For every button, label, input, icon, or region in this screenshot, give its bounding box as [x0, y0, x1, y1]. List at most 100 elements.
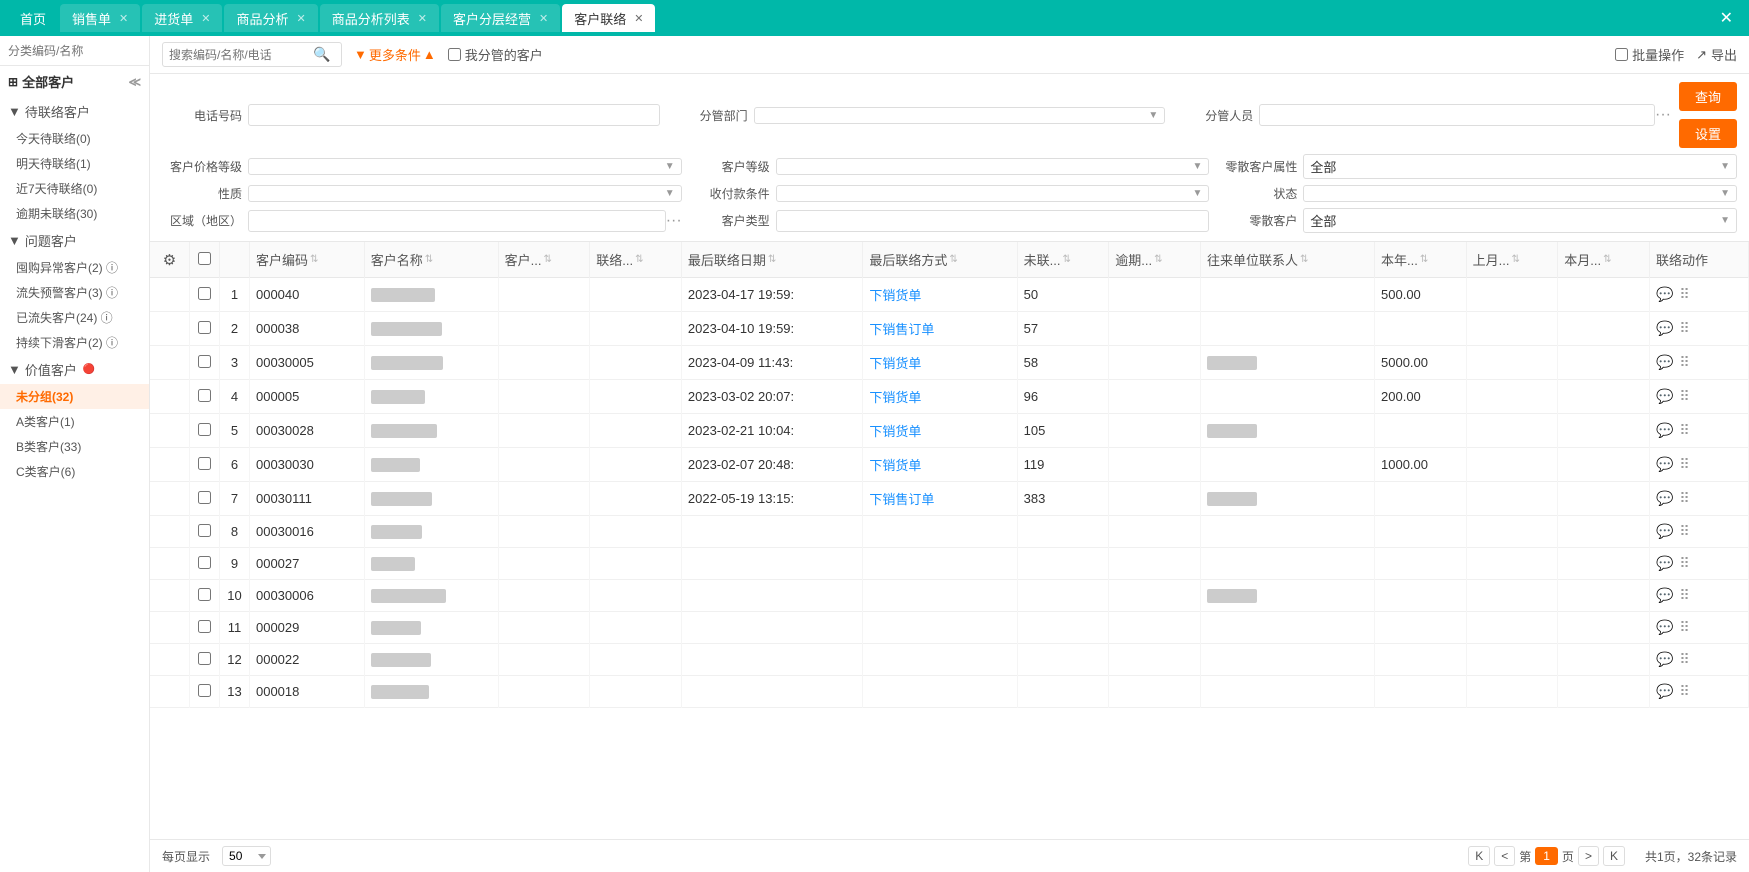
chat-icon[interactable]: 💬: [1656, 587, 1673, 604]
more-icon[interactable]: ⠿: [1679, 286, 1689, 303]
filter-region-dots[interactable]: ···: [666, 212, 682, 230]
filter-region-input[interactable]: [248, 210, 666, 232]
sidebar-item-overdue[interactable]: 逾期未联络(30): [0, 201, 149, 226]
more-icon[interactable]: ⠿: [1679, 587, 1689, 604]
filter-search-icon[interactable]: 🔍: [313, 46, 330, 63]
filter-person-input[interactable]: [1259, 104, 1655, 126]
row-checkbox[interactable]: [198, 524, 211, 537]
sidebar-search-input[interactable]: [8, 44, 150, 58]
my-customers-filter[interactable]: 我分管的客户: [448, 45, 543, 64]
nav-tab-customer-contact[interactable]: 客户联络 ✕: [562, 4, 655, 32]
chat-icon[interactable]: 💬: [1656, 555, 1673, 572]
nav-tab-analysis[interactable]: 商品分析 ✕: [224, 4, 317, 32]
batch-ops-checkbox[interactable]: [1615, 48, 1628, 61]
row-checkbox[interactable]: [198, 457, 211, 470]
sidebar-item-b-class[interactable]: B类客户(33): [0, 434, 149, 459]
close-customer-layer-tab[interactable]: ✕: [539, 12, 548, 25]
filter-dept-select[interactable]: ▼: [754, 107, 1166, 124]
next-page-btn[interactable]: >: [1578, 846, 1599, 866]
col-this-year[interactable]: 本年... ⇅: [1375, 242, 1467, 278]
sidebar-group-problem[interactable]: ▼ 问题客户: [0, 226, 149, 255]
filter-customer-type-input[interactable]: [776, 210, 1210, 232]
page-size-select[interactable]: 50 100 200: [222, 846, 271, 866]
chat-icon[interactable]: 💬: [1656, 388, 1673, 405]
reset-button[interactable]: 设置: [1679, 119, 1737, 148]
chat-icon[interactable]: 💬: [1656, 683, 1673, 700]
more-icon[interactable]: ⠿: [1679, 320, 1689, 337]
chat-icon[interactable]: 💬: [1656, 619, 1673, 636]
last-contact-method-link[interactable]: 下销货单: [869, 458, 921, 473]
col-name[interactable]: 客户名称 ⇅: [364, 242, 498, 278]
filter-payment-select[interactable]: ▼: [776, 185, 1210, 202]
row-checkbox[interactable]: [198, 588, 211, 601]
sidebar-item-a-class[interactable]: A类客户(1): [0, 409, 149, 434]
my-customers-checkbox[interactable]: [448, 48, 461, 61]
col-type[interactable]: 客户... ⇅: [498, 242, 590, 278]
close-sales-tab[interactable]: ✕: [119, 12, 128, 25]
close-purchase-tab[interactable]: ✕: [201, 12, 210, 25]
filter-search-input[interactable]: [169, 48, 309, 62]
export-btn[interactable]: ↗ 导出: [1696, 45, 1737, 64]
col-unit-contact[interactable]: 往来单位联系人 ⇅: [1200, 242, 1374, 278]
last-contact-method-link[interactable]: 下销货单: [869, 390, 921, 405]
nav-tab-home[interactable]: 首页: [8, 4, 58, 32]
close-analysis-tab[interactable]: ✕: [297, 12, 306, 25]
row-checkbox[interactable]: [198, 355, 211, 368]
nav-tab-purchase[interactable]: 进货单 ✕: [142, 4, 222, 32]
chat-icon[interactable]: 💬: [1656, 490, 1673, 507]
sidebar-item-tomorrow[interactable]: 明天待联络(1): [0, 151, 149, 176]
sidebar-item-churn-warning[interactable]: 流失预警客户(3) ⓘ: [0, 280, 149, 305]
nav-tab-customer-layer[interactable]: 客户分层经营 ✕: [441, 4, 560, 32]
more-conditions-btn[interactable]: ▼ 更多条件 ▲: [354, 45, 436, 64]
more-icon[interactable]: ⠿: [1679, 354, 1689, 371]
row-checkbox[interactable]: [198, 556, 211, 569]
col-this-month[interactable]: 本月... ⇅: [1558, 242, 1650, 278]
row-checkbox[interactable]: [198, 287, 211, 300]
chat-icon[interactable]: 💬: [1656, 320, 1673, 337]
col-no-contact[interactable]: 未联... ⇅: [1017, 242, 1109, 278]
batch-ops-btn[interactable]: 批量操作: [1615, 45, 1684, 64]
last-contact-method-link[interactable]: 下销售订单: [869, 492, 934, 507]
chat-icon[interactable]: 💬: [1656, 354, 1673, 371]
last-page-btn[interactable]: K: [1603, 846, 1625, 866]
sidebar-item-c-class[interactable]: C类客户(6): [0, 459, 149, 484]
chat-icon[interactable]: 💬: [1656, 456, 1673, 473]
sidebar-item-ungroup[interactable]: 未分组(32): [0, 384, 149, 409]
row-checkbox[interactable]: [198, 652, 211, 665]
col-last-contact-method[interactable]: 最后联络方式 ⇅: [863, 242, 1017, 278]
sidebar-item-hoarding-abnormal[interactable]: 囤购异常客户(2) ⓘ: [0, 255, 149, 280]
more-icon[interactable]: ⠿: [1679, 555, 1689, 572]
close-customer-contact-tab[interactable]: ✕: [634, 12, 643, 25]
filter-price-level-select[interactable]: ▼: [248, 158, 682, 175]
col-code[interactable]: 客户编码 ⇅: [249, 242, 364, 278]
chat-icon[interactable]: 💬: [1656, 286, 1673, 303]
collapse-sidebar-btn[interactable]: ≪: [128, 75, 141, 89]
filter-retail-attr-select[interactable]: 全部 ▼: [1303, 154, 1737, 179]
row-checkbox[interactable]: [198, 620, 211, 633]
last-contact-method-link[interactable]: 下销货单: [869, 424, 921, 439]
row-checkbox[interactable]: [198, 389, 211, 402]
filter-phone-input[interactable]: [248, 104, 660, 126]
chat-icon[interactable]: 💬: [1656, 523, 1673, 540]
sidebar-item-lost[interactable]: 已流失客户(24) ⓘ: [0, 305, 149, 330]
col-last-contact-date[interactable]: 最后联络日期 ⇅: [681, 242, 862, 278]
chat-icon[interactable]: 💬: [1656, 651, 1673, 668]
more-icon[interactable]: ⠿: [1679, 683, 1689, 700]
prev-page-btn[interactable]: <: [1494, 846, 1515, 866]
filter-customer-level-select[interactable]: ▼: [776, 158, 1210, 175]
all-customers-header[interactable]: ⊞ 全部客户 ≪: [0, 66, 149, 97]
nav-tab-analysis-list[interactable]: 商品分析列表 ✕: [320, 4, 439, 32]
col-overdue[interactable]: 逾期... ⇅: [1109, 242, 1201, 278]
more-icon[interactable]: ⠿: [1679, 490, 1689, 507]
col-settings[interactable]: ⚙: [150, 242, 189, 278]
more-icon[interactable]: ⠿: [1679, 523, 1689, 540]
filter-retail-customer-select[interactable]: 全部 ▼: [1303, 208, 1737, 233]
row-checkbox[interactable]: [198, 491, 211, 504]
col-contact[interactable]: 联络... ⇅: [590, 242, 682, 278]
sidebar-item-today[interactable]: 今天待联络(0): [0, 126, 149, 151]
select-all-checkbox[interactable]: [198, 252, 211, 265]
filter-nature-select[interactable]: ▼: [248, 185, 682, 202]
nav-close-all[interactable]: ✕: [1712, 8, 1741, 28]
row-checkbox[interactable]: [198, 684, 211, 697]
sidebar-group-pending[interactable]: ▼ 待联络客户: [0, 97, 149, 126]
